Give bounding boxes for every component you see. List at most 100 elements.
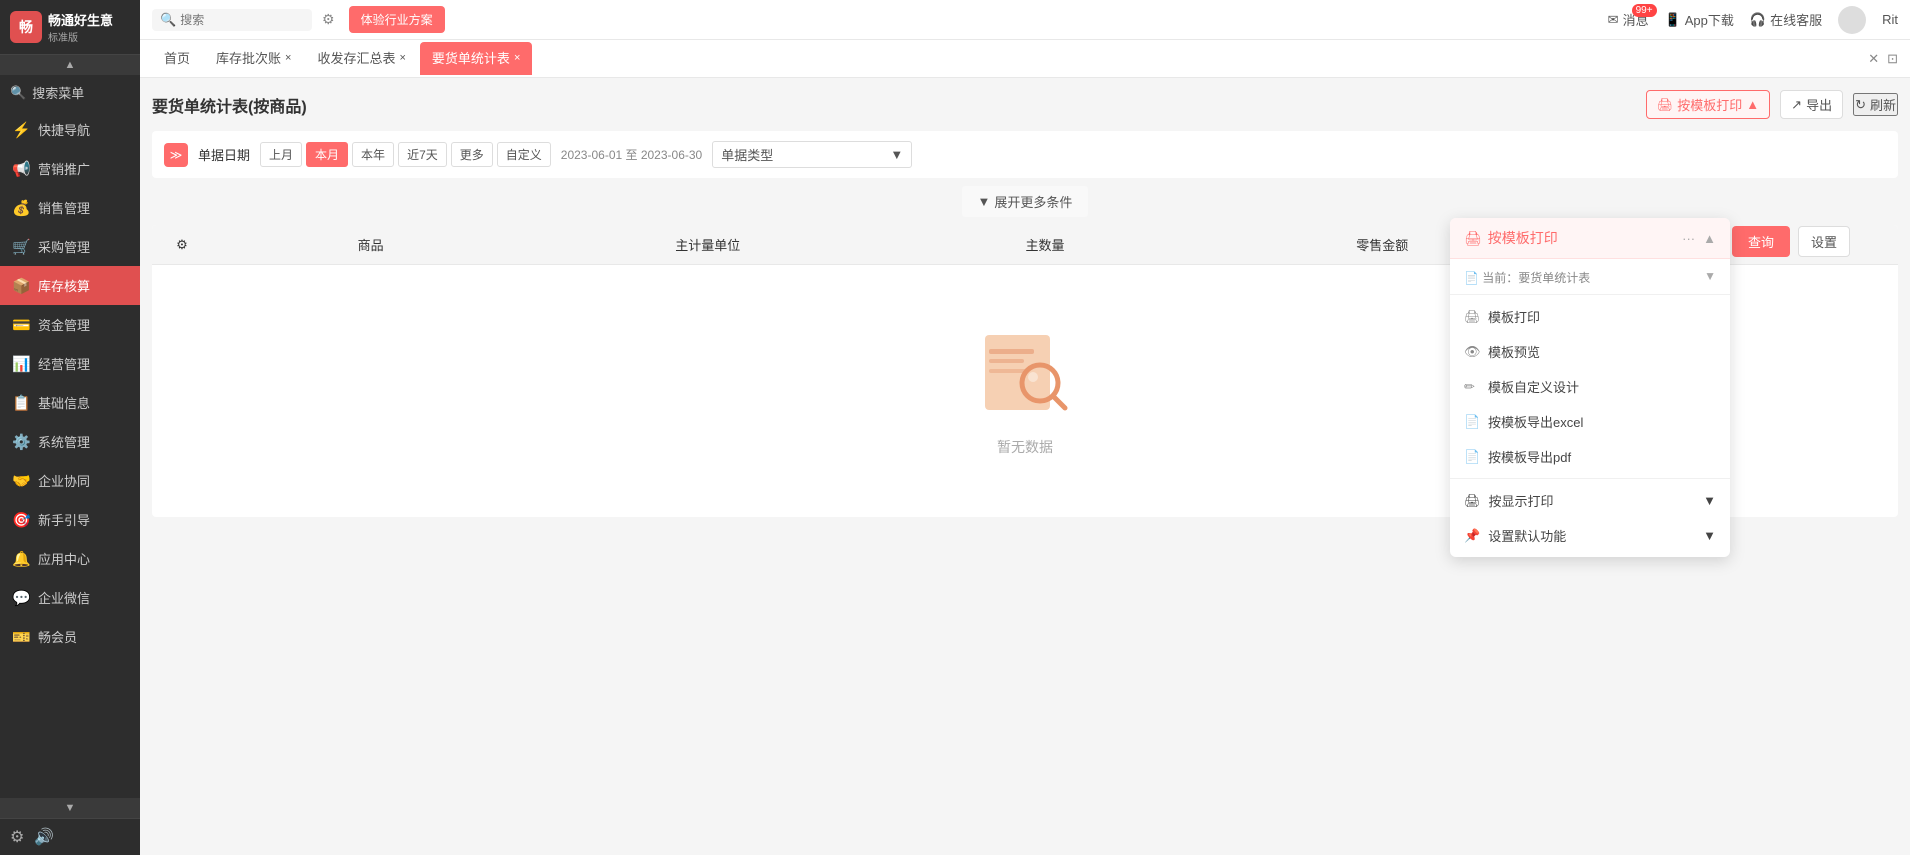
- tab-receivable-summary-close[interactable]: ×: [399, 52, 405, 64]
- col-quantity: 主数量: [876, 235, 1213, 254]
- sidebar-item-finance[interactable]: 💳 资金管理: [0, 305, 140, 344]
- page-content: 要货单统计表(按商品) 🖨 按模板打印 ▲ ↗ 导出 ↻ 刷新 ≫: [140, 78, 1910, 855]
- window-close-icon[interactable]: ✕: [1868, 51, 1879, 67]
- operations-icon: 📊: [12, 355, 30, 373]
- expand-more-btn[interactable]: ▼ 展开更多条件: [962, 186, 1089, 217]
- filter-date-more[interactable]: 更多: [451, 142, 493, 167]
- sound-icon[interactable]: 🔊: [34, 827, 54, 847]
- tab-receivable-summary-label: 收发存汇总表: [317, 48, 395, 67]
- dropdown-current-label: 📄 当前：要货单统计表 ▼: [1450, 263, 1730, 290]
- user-avatar[interactable]: [1838, 6, 1866, 34]
- sidebar-scroll-down[interactable]: ▼: [0, 798, 140, 818]
- dropdown-template-preview[interactable]: 👁 模板预览: [1450, 334, 1730, 369]
- app-download-item[interactable]: 📱 App下载: [1665, 10, 1734, 29]
- headset-icon: 🎧: [1750, 12, 1766, 28]
- search-input[interactable]: [180, 13, 300, 27]
- filter-expand-btn[interactable]: ≫: [164, 143, 188, 167]
- sidebar-item-app-center[interactable]: 🔔 应用中心: [0, 539, 140, 578]
- print-icon: 🖨: [1657, 97, 1674, 113]
- sidebar-item-sales[interactable]: 💰 销售管理: [0, 188, 140, 227]
- sidebar-item-label: 企业协同: [38, 471, 90, 490]
- export-btn[interactable]: ↗ 导出: [1780, 90, 1843, 119]
- settings-icon[interactable]: ⚙: [10, 827, 24, 847]
- sidebar-search[interactable]: 🔍 搜索菜单: [0, 75, 140, 110]
- sidebar-item-purchase[interactable]: 🛒 采购管理: [0, 227, 140, 266]
- main-area: 🔍 ⚙ 体验行业方案 ✉ 消息 99+ 📱 App下载 🎧 在线客服 Rit: [140, 0, 1910, 855]
- sidebar-item-label: 快捷导航: [38, 120, 90, 139]
- system-icon: ⚙️: [12, 433, 30, 451]
- tab-inventory-batch[interactable]: 库存批次账 ×: [204, 42, 303, 75]
- sidebar-item-system[interactable]: ⚙️ 系统管理: [0, 422, 140, 461]
- dropdown-items-section: 🖨 模板打印 👁 模板预览 ✏ 模板自定义设计 📄 按模板导出excel 📄: [1450, 295, 1730, 479]
- sidebar-item-guide[interactable]: 🎯 新手引导: [0, 500, 140, 539]
- print-btn[interactable]: 🖨 按模板打印 ▲: [1646, 90, 1770, 119]
- sidebar-item-label: 资金管理: [38, 315, 90, 334]
- online-service-label: 在线客服: [1770, 10, 1822, 29]
- sidebar-item-quick-nav[interactable]: ⚡ 快捷导航: [0, 110, 140, 149]
- filter-date-this-month[interactable]: 本月: [306, 142, 348, 167]
- col-product: 商品: [202, 235, 539, 254]
- search-icon: 🔍: [10, 85, 26, 101]
- template-excel-icon: 📄: [1464, 414, 1480, 430]
- sidebar-item-marketing[interactable]: 📢 营销推广: [0, 149, 140, 188]
- sidebar-item-label: 采购管理: [38, 237, 90, 256]
- sidebar-item-enterprise-wechat[interactable]: 💬 企业微信: [0, 578, 140, 617]
- dropdown-current-text: 当前：要货单统计表: [1482, 271, 1590, 285]
- settings-action-btn[interactable]: 设置: [1798, 226, 1850, 257]
- dropdown-template-excel[interactable]: 📄 按模板导出excel: [1450, 404, 1730, 439]
- dropdown-collapse-icon[interactable]: ▲: [1703, 231, 1716, 246]
- set-default-left: 📌 设置默认功能: [1464, 526, 1566, 545]
- sidebar-bottom: ⚙ 🔊: [0, 818, 140, 855]
- topbar-search-box[interactable]: 🔍: [152, 9, 312, 31]
- sidebar-item-operations[interactable]: 📊 经营管理: [0, 344, 140, 383]
- filter-date-this-year[interactable]: 本年: [352, 142, 394, 167]
- refresh-icon: ↻: [1855, 97, 1866, 113]
- page-header-actions: 🖨 按模板打印 ▲ ↗ 导出 ↻ 刷新: [1646, 90, 1898, 119]
- industry-btn[interactable]: 体验行业方案: [349, 6, 445, 33]
- sidebar-item-basic-info[interactable]: 📋 基础信息: [0, 383, 140, 422]
- filter-date-7days[interactable]: 近7天: [398, 142, 447, 167]
- sidebar-item-label: 经营管理: [38, 354, 90, 373]
- tab-inventory-batch-close[interactable]: ×: [285, 52, 291, 64]
- tab-home-label: 首页: [164, 48, 190, 67]
- window-maximize-icon[interactable]: ⊡: [1887, 51, 1898, 67]
- topbar-gear-icon[interactable]: ⚙: [322, 11, 335, 28]
- dropdown-display-print[interactable]: 🖨 按显示打印 ▼: [1450, 483, 1730, 518]
- tab-order-stats-close[interactable]: ×: [514, 52, 520, 64]
- query-btn[interactable]: 查询: [1732, 226, 1790, 257]
- filter-date-custom[interactable]: 自定义: [497, 142, 551, 167]
- dropdown-template-print[interactable]: 🖨 模板打印: [1450, 299, 1730, 334]
- template-preview-icon: 👁: [1464, 344, 1480, 360]
- refresh-btn[interactable]: ↻ 刷新: [1853, 93, 1898, 116]
- tab-home[interactable]: 首页: [152, 42, 202, 75]
- display-print-left: 🖨 按显示打印: [1464, 491, 1554, 510]
- dropdown-current-icon: 📄: [1464, 271, 1479, 285]
- dropdown-template-design[interactable]: ✏ 模板自定义设计: [1450, 369, 1730, 404]
- template-print-label: 模板打印: [1488, 307, 1540, 326]
- col-settings[interactable]: ⚙: [162, 237, 202, 253]
- print-btn-label: 按模板打印: [1677, 95, 1742, 114]
- order-type-select[interactable]: 单据类型 ▼: [712, 141, 912, 168]
- sidebar-scroll-up[interactable]: ▲: [0, 55, 140, 75]
- message-item[interactable]: ✉ 消息 99+: [1608, 10, 1649, 29]
- chevron-down-icon: ▼: [978, 194, 991, 209]
- online-service-item[interactable]: 🎧 在线客服: [1750, 10, 1822, 29]
- username: Rit: [1882, 12, 1898, 27]
- tab-order-stats[interactable]: 要货单统计表 ×: [420, 42, 532, 75]
- order-type-chevron-icon: ▼: [890, 147, 903, 162]
- sidebar-item-label: 畅会员: [38, 627, 77, 646]
- filter-date-last-month[interactable]: 上月: [260, 142, 302, 167]
- sidebar-item-enterprise[interactable]: 🤝 企业协同: [0, 461, 140, 500]
- dropdown-more-icon[interactable]: ···: [1682, 231, 1695, 246]
- sidebar-item-member[interactable]: 🎫 畅会员: [0, 617, 140, 656]
- sidebar-item-inventory[interactable]: 📦 库存核算: [0, 266, 140, 305]
- dropdown-set-default[interactable]: 📌 设置默认功能 ▼: [1450, 518, 1730, 553]
- dropdown-display-section: 🖨 按显示打印 ▼ 📌 设置默认功能 ▼: [1450, 479, 1730, 557]
- sidebar-nav: ⚡ 快捷导航 📢 营销推广 💰 销售管理 🛒 采购管理 📦 库存核算 💳 资金管…: [0, 110, 140, 798]
- tab-receivable-summary[interactable]: 收发存汇总表 ×: [305, 42, 417, 75]
- date-filter-label: 单据日期: [198, 145, 250, 164]
- sidebar: 畅 畅通好生意 标准版 ▲ 🔍 搜索菜单 ⚡ 快捷导航 📢 营销推广 💰 销售管…: [0, 0, 140, 855]
- logo-icon: 畅: [10, 11, 42, 43]
- dropdown-header-right: ··· ▲: [1682, 231, 1716, 246]
- dropdown-template-pdf[interactable]: 📄 按模板导出pdf: [1450, 439, 1730, 474]
